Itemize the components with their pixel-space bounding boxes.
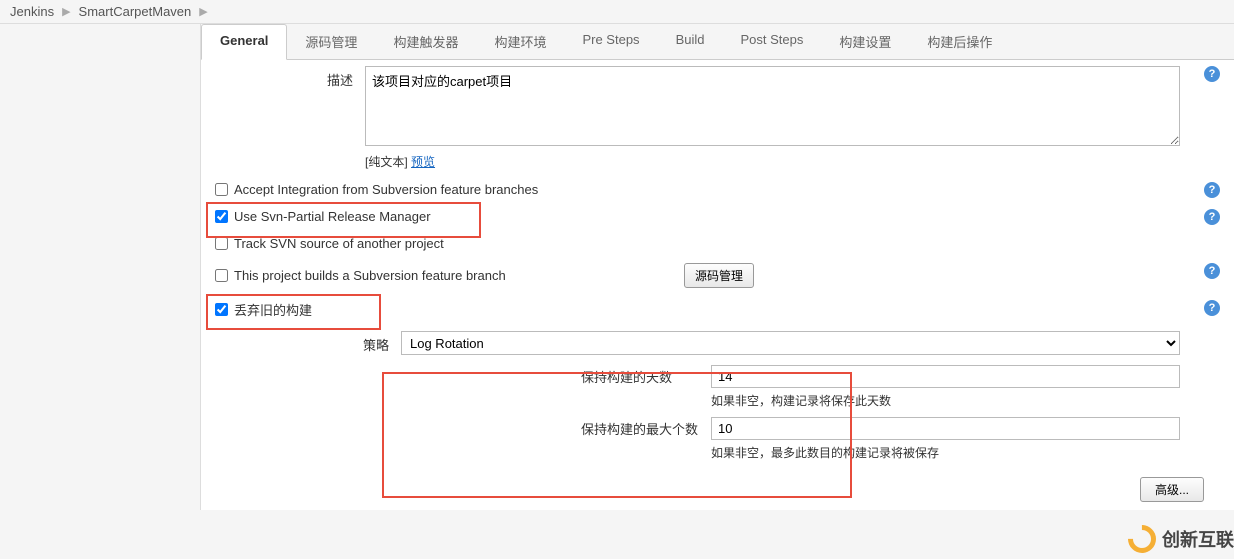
tab-scm[interactable]: 源码管理 <box>287 24 375 59</box>
plain-text-label: [纯文本] <box>365 155 408 169</box>
row-days-keep: 保持构建的天数 <box>581 365 1180 388</box>
source-manage-button[interactable]: 源码管理 <box>684 263 754 288</box>
max-keep-label: 保持构建的最大个数 <box>581 419 711 438</box>
tab-pre-steps[interactable]: Pre Steps <box>564 24 657 59</box>
row-accept-integration: Accept Integration from Subversion featu… <box>201 176 1234 203</box>
row-strategy: 策略 Log Rotation <box>201 325 1234 361</box>
strategy-label: 策略 <box>251 331 401 354</box>
discard-old-label: 丢弃旧的构建 <box>234 300 312 319</box>
days-keep-hint: 如果非空，构建记录将保存此天数 <box>711 392 1180 409</box>
help-icon[interactable]: ? <box>1204 66 1220 82</box>
track-svn-checkbox[interactable] <box>215 237 228 250</box>
help-icon[interactable]: ? <box>1204 263 1220 279</box>
config-panel: General 源码管理 构建触发器 构建环境 Pre Steps Build … <box>200 24 1234 510</box>
row-discard-old: 丢弃旧的构建 ? <box>201 294 1234 325</box>
tab-post-steps[interactable]: Post Steps <box>722 24 821 59</box>
feature-branch-checkbox[interactable] <box>215 269 228 282</box>
breadcrumb: Jenkins ▶ SmartCarpetMaven ▶ <box>0 0 1234 24</box>
row-track-svn: Track SVN source of another project <box>201 230 1234 257</box>
row-max-keep: 保持构建的最大个数 <box>581 417 1180 440</box>
use-svn-partial-label: Use Svn-Partial Release Manager <box>234 209 431 224</box>
tab-build[interactable]: Build <box>658 24 723 59</box>
accept-integration-label: Accept Integration from Subversion featu… <box>234 182 538 197</box>
accept-integration-checkbox[interactable] <box>215 183 228 196</box>
ring-icon <box>1122 519 1162 559</box>
row-feature-branch: This project builds a Subversion feature… <box>201 257 1234 294</box>
max-keep-input[interactable] <box>711 417 1180 440</box>
discard-old-checkbox[interactable] <box>215 303 228 316</box>
chevron-right-icon: ▶ <box>199 5 207 18</box>
description-format-note: [纯文本] 预览 <box>365 153 1180 170</box>
log-rotation-settings: 保持构建的天数 如果非空，构建记录将保存此天数 保持构建的最大个数 如果非空，最… <box>381 361 1234 461</box>
breadcrumb-root[interactable]: Jenkins <box>10 4 54 19</box>
tab-general[interactable]: General <box>201 24 287 60</box>
watermark-text: 创新互联 <box>1162 526 1234 552</box>
preview-link[interactable]: 预览 <box>411 155 435 169</box>
help-icon[interactable]: ? <box>1204 182 1220 198</box>
days-keep-label: 保持构建的天数 <box>581 367 711 386</box>
breadcrumb-project[interactable]: SmartCarpetMaven <box>79 4 192 19</box>
help-icon[interactable]: ? <box>1204 300 1220 316</box>
tab-build-settings[interactable]: 构建设置 <box>821 24 909 59</box>
strategy-select[interactable]: Log Rotation <box>401 331 1180 355</box>
tab-build-env[interactable]: 构建环境 <box>476 24 564 59</box>
tab-post-build[interactable]: 构建后操作 <box>909 24 1010 59</box>
tab-bar: General 源码管理 构建触发器 构建环境 Pre Steps Build … <box>201 24 1234 60</box>
days-keep-input[interactable] <box>711 365 1180 388</box>
watermark-logo: 创新互联 <box>1128 525 1234 553</box>
description-label: 描述 <box>215 66 365 89</box>
row-description: 描述 该项目对应的carpet项目 [纯文本] 预览 ? <box>201 60 1234 176</box>
tab-triggers[interactable]: 构建触发器 <box>375 24 476 59</box>
feature-branch-label: This project builds a Subversion feature… <box>234 268 506 283</box>
advanced-button[interactable]: 高级... <box>1140 477 1204 502</box>
description-textarea[interactable]: 该项目对应的carpet项目 <box>365 66 1180 146</box>
chevron-right-icon: ▶ <box>62 5 70 18</box>
use-svn-partial-checkbox[interactable] <box>215 210 228 223</box>
track-svn-label: Track SVN source of another project <box>234 236 444 251</box>
max-keep-hint: 如果非空，最多此数目的构建记录将被保存 <box>711 444 1180 461</box>
row-use-svn-partial: Use Svn-Partial Release Manager ? <box>201 203 1234 230</box>
help-icon[interactable]: ? <box>1204 209 1220 225</box>
left-gutter <box>0 24 200 510</box>
advanced-row: 高级... <box>201 469 1234 510</box>
